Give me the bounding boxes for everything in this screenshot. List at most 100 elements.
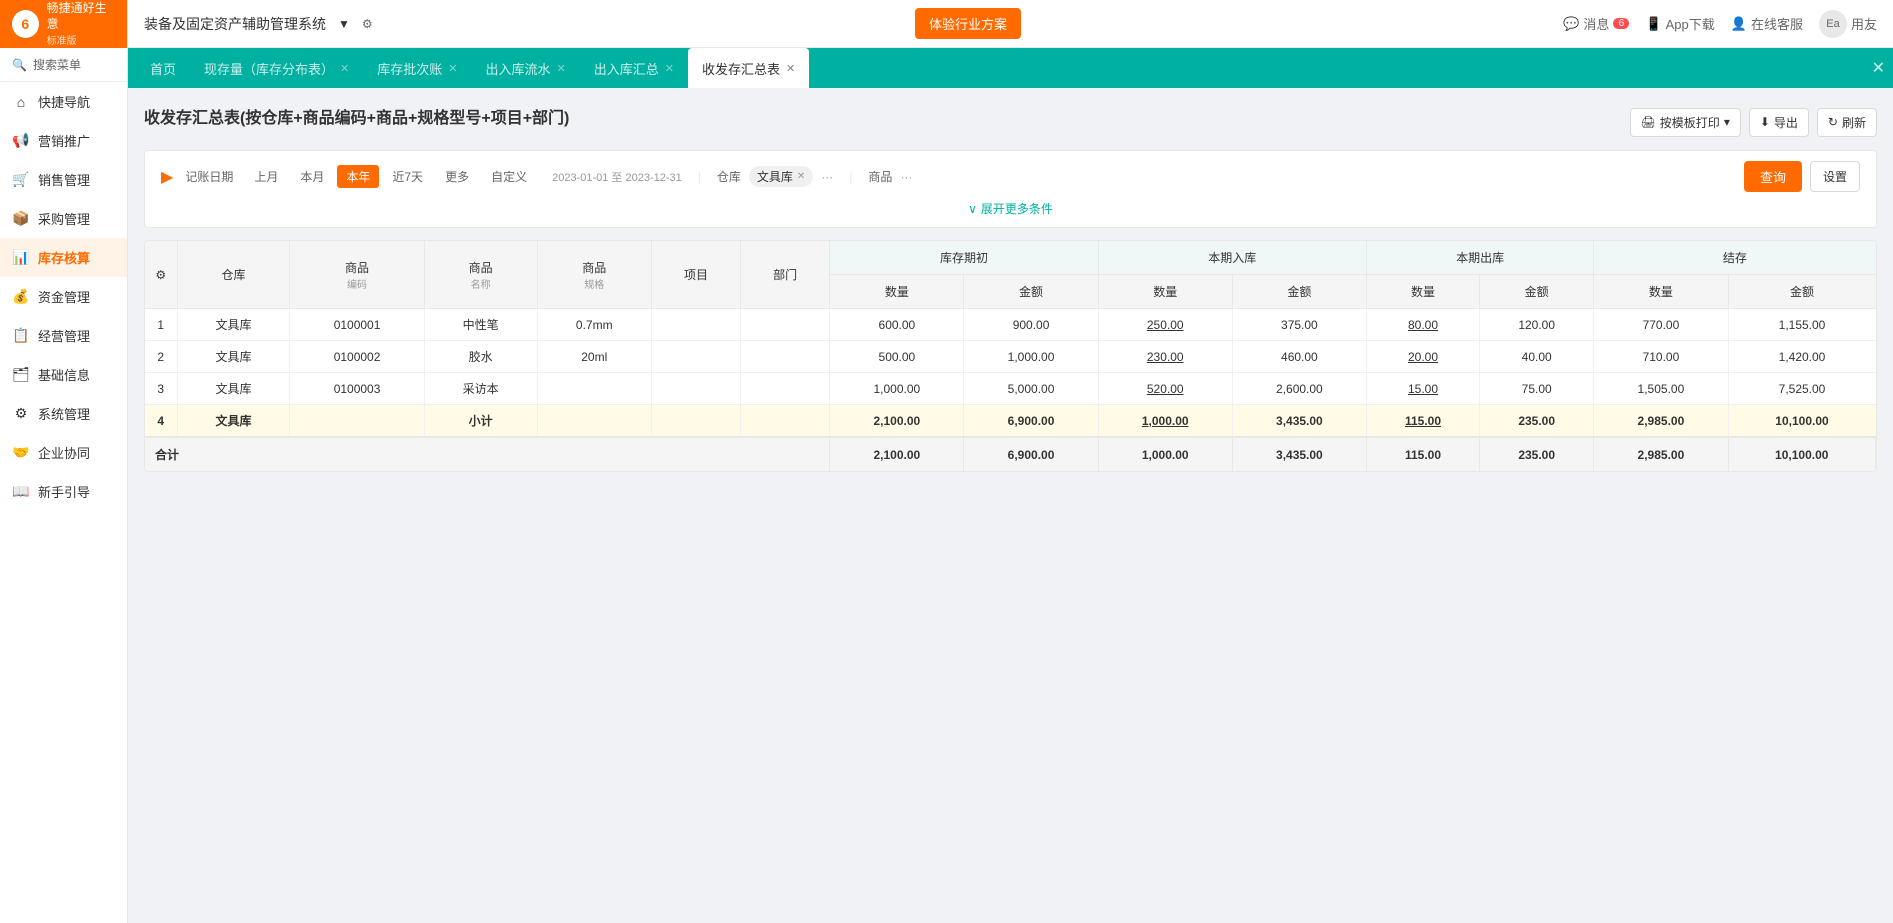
th-open-qty: 数量: [830, 275, 964, 309]
cell-in-amt: 375.00: [1232, 309, 1366, 341]
table-row-1: 1文具库0100001中性笔0.7mm600.00900.00250.00375…: [145, 309, 1876, 341]
refresh-icon: ↻: [1828, 115, 1838, 129]
cell-spec: [537, 373, 651, 405]
filter-settings-btn[interactable]: 设置: [1810, 161, 1860, 192]
tab-in-out-summary[interactable]: 出入库汇总✕: [580, 48, 688, 88]
cell-dept: [741, 341, 830, 373]
data-table-container: ⚙ 仓库 商品编码 商品名称 商品规格 项目 部门 库存期初 本期入库 本期出库…: [144, 240, 1877, 472]
print-icon: 🖨: [1641, 115, 1656, 129]
message-item[interactable]: 💬 消息 6: [1563, 14, 1629, 33]
cell-open-qty: 500.00: [830, 341, 964, 373]
footer-label: 合计: [145, 437, 830, 471]
cell-out-qty[interactable]: 80.00: [1366, 309, 1479, 341]
sidebar-item-guide[interactable]: 📖新手引导: [0, 472, 127, 511]
cell-in-qty[interactable]: 250.00: [1098, 309, 1232, 341]
filter-collapse-btn[interactable]: ▶: [161, 167, 173, 187]
tab-close-in-out-summary[interactable]: ✕: [665, 62, 674, 75]
tab-label-in-out-flow: 出入库流水: [485, 59, 550, 78]
cell-in-qty[interactable]: 1,000.00: [1098, 405, 1232, 438]
sidebar-item-marketing[interactable]: 📢营销推广: [0, 121, 127, 160]
export-icon: ⬇: [1760, 115, 1770, 129]
sidebar-search[interactable]: 🔍 搜索菜单: [0, 48, 127, 82]
tab-close-stock-dist[interactable]: ✕: [340, 62, 349, 75]
warehouse-tag[interactable]: 文具库 ✕: [749, 166, 813, 187]
cell-bal-amt: 7,525.00: [1728, 373, 1876, 405]
sidebar-item-basic[interactable]: 🗂基础信息: [0, 355, 127, 394]
trial-btn[interactable]: 体验行业方案: [915, 8, 1021, 39]
tab-close-recv-send[interactable]: ✕: [786, 62, 795, 75]
cell-spec: [537, 405, 651, 438]
goods-more[interactable]: ···: [900, 170, 912, 184]
tab-close-batch[interactable]: ✕: [448, 62, 457, 75]
sidebar-item-quick-nav[interactable]: ⌂快捷导航: [0, 82, 127, 121]
sidebar-icon-marketing: 📢: [12, 132, 30, 150]
sidebar-item-collab[interactable]: 🤝企业协同: [0, 433, 127, 472]
cell-in-qty[interactable]: 230.00: [1098, 341, 1232, 373]
sidebar-icon-quick-nav: ⌂: [12, 93, 30, 111]
goods-filter: 商品 ···: [868, 168, 912, 185]
cell-out-amt: 75.00: [1480, 373, 1594, 405]
tab-close-in-out-flow[interactable]: ✕: [557, 62, 566, 75]
cell-out-qty[interactable]: 15.00: [1366, 373, 1479, 405]
tab-batch[interactable]: 库存批次账✕: [363, 48, 471, 88]
sidebar-item-system[interactable]: ⚙系统管理: [0, 394, 127, 433]
cell-bal-qty: 2,985.00: [1594, 405, 1728, 438]
support-item[interactable]: 👤 在线客服: [1731, 14, 1803, 33]
cell-out-qty[interactable]: 115.00: [1366, 405, 1479, 438]
th-settings[interactable]: ⚙: [145, 241, 177, 309]
warehouse-more[interactable]: ···: [821, 170, 833, 184]
chevron-down-icon: ▾: [1724, 115, 1730, 129]
cell-out-qty[interactable]: 20.00: [1366, 341, 1479, 373]
refresh-btn[interactable]: ↻ 刷新: [1817, 108, 1877, 137]
th-code: 商品编码: [290, 241, 424, 309]
search-icon: 🔍: [12, 58, 27, 72]
cell-open-amt: 1,000.00: [964, 341, 1098, 373]
date-btn-更多[interactable]: 更多: [436, 165, 478, 188]
sidebar-item-sales[interactable]: 🛒销售管理: [0, 160, 127, 199]
cell-out-amt: 40.00: [1480, 341, 1594, 373]
cell-dept: [741, 309, 830, 341]
close-all-tabs[interactable]: ✕: [1872, 58, 1885, 78]
page-actions: 🖨 按模板打印 ▾ ⬇ 导出 ↻ 刷新: [1630, 108, 1877, 137]
cell-in-qty[interactable]: 520.00: [1098, 373, 1232, 405]
th-open-amt: 金额: [964, 275, 1098, 309]
th-out-amt: 金额: [1480, 275, 1594, 309]
cell-code: [290, 405, 424, 438]
print-btn[interactable]: 🖨 按模板打印 ▾: [1630, 108, 1741, 137]
sidebar-header: 6 畅捷通好生意 标准版: [0, 0, 127, 48]
tab-recv-send[interactable]: 收发存汇总表✕: [688, 48, 809, 88]
cell-index: 3: [145, 373, 177, 405]
tab-home[interactable]: 首页: [136, 48, 190, 88]
sidebar-item-finance[interactable]: 💰资金管理: [0, 277, 127, 316]
table-row-3: 3文具库0100003采访本1,000.005,000.00520.002,60…: [145, 373, 1876, 405]
system-dropdown[interactable]: ▼: [338, 17, 350, 31]
support-label: 在线客服: [1751, 14, 1803, 33]
sidebar-label-finance: 资金管理: [38, 287, 90, 306]
date-btn-上月[interactable]: 上月: [245, 165, 287, 188]
sidebar-label-collab: 企业协同: [38, 443, 90, 462]
tab-label-stock-dist: 现存量（库存分布表）: [204, 59, 334, 78]
tab-in-out-flow[interactable]: 出入库流水 ✕: [471, 48, 579, 88]
query-btn[interactable]: 查询: [1744, 161, 1802, 192]
date-btn-自定义[interactable]: 自定义: [482, 165, 536, 188]
date-btn-近7天[interactable]: 近7天: [383, 165, 432, 188]
export-btn[interactable]: ⬇ 导出: [1749, 108, 1809, 137]
settings-icon[interactable]: ⚙: [362, 17, 373, 31]
tab-stock-dist[interactable]: 现存量（库存分布表） ✕: [190, 48, 363, 88]
cell-warehouse: 文具库: [177, 309, 290, 341]
date-btn-本月[interactable]: 本月: [291, 165, 333, 188]
warehouse-tag-close[interactable]: ✕: [797, 171, 805, 182]
sidebar-label-business: 经营管理: [38, 326, 90, 345]
cell-name: 胶水: [424, 341, 537, 373]
sidebar-item-inventory[interactable]: 📊库存核算: [0, 238, 127, 277]
sidebar-item-business[interactable]: 📋经营管理: [0, 316, 127, 355]
page-title: 收发存汇总表(按仓库+商品编码+商品+规格型号+项目+部门): [144, 104, 569, 128]
expand-conditions-btn[interactable]: ∨ 展开更多条件: [161, 200, 1860, 217]
user-item[interactable]: Ea 用友: [1819, 10, 1877, 38]
date-btn-本年[interactable]: 本年: [337, 165, 379, 188]
sidebar-item-purchase[interactable]: 📦采购管理: [0, 199, 127, 238]
app-download-item[interactable]: 📱 App下载: [1645, 14, 1714, 33]
th-warehouse: 仓库: [177, 241, 290, 309]
th-bal-amt: 金额: [1728, 275, 1876, 309]
cell-in-amt: 2,600.00: [1232, 373, 1366, 405]
